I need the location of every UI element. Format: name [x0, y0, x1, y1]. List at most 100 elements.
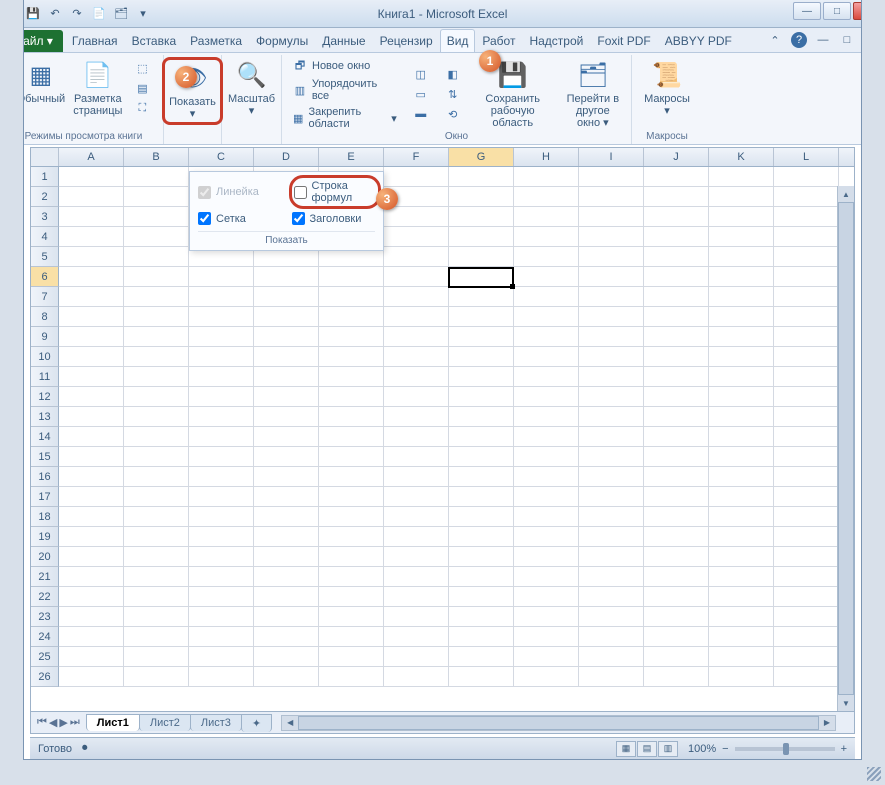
horizontal-scrollbar[interactable]: ◀ ▶	[281, 715, 836, 731]
normal-view-button[interactable]: ▦ Обычный	[13, 57, 70, 119]
cell[interactable]	[384, 567, 449, 587]
cell[interactable]	[59, 547, 124, 567]
cell[interactable]	[189, 527, 254, 547]
cell[interactable]	[709, 647, 774, 667]
fullscreen-button[interactable]: ⛶	[130, 99, 154, 117]
cell[interactable]	[774, 327, 839, 347]
cell[interactable]	[644, 587, 709, 607]
cell[interactable]	[774, 387, 839, 407]
cell[interactable]	[644, 387, 709, 407]
page-layout-button[interactable]: 📄 Разметка страницы	[69, 57, 126, 119]
cell[interactable]	[319, 367, 384, 387]
cell[interactable]	[319, 307, 384, 327]
cell[interactable]	[254, 387, 319, 407]
cell[interactable]	[709, 267, 774, 287]
cell[interactable]	[384, 307, 449, 327]
cell[interactable]	[709, 207, 774, 227]
cell[interactable]	[644, 667, 709, 687]
cell[interactable]	[449, 267, 514, 287]
cell[interactable]	[709, 187, 774, 207]
cell[interactable]	[579, 307, 644, 327]
cell[interactable]	[644, 507, 709, 527]
close-button[interactable]: ✕	[853, 2, 881, 20]
cell[interactable]	[514, 647, 579, 667]
cell[interactable]	[774, 667, 839, 687]
cell[interactable]	[774, 647, 839, 667]
qat-dropdown-icon[interactable]: ▾	[134, 5, 152, 23]
qat-save-icon[interactable]: 💾	[24, 5, 42, 23]
cell[interactable]	[384, 287, 449, 307]
cell[interactable]	[514, 367, 579, 387]
tab-work[interactable]: Работ	[475, 29, 522, 52]
cell[interactable]	[644, 487, 709, 507]
tab-home[interactable]: Главная	[65, 29, 125, 52]
cell[interactable]	[514, 247, 579, 267]
gridlines-checkbox[interactable]: Сетка	[198, 212, 282, 225]
cell[interactable]	[254, 487, 319, 507]
cell[interactable]	[709, 627, 774, 647]
cell[interactable]	[514, 447, 579, 467]
cell[interactable]	[384, 467, 449, 487]
doc-close-icon[interactable]: ✕	[863, 32, 879, 48]
cell[interactable]	[319, 387, 384, 407]
cell[interactable]	[254, 527, 319, 547]
cell[interactable]	[254, 607, 319, 627]
cell[interactable]	[189, 447, 254, 467]
sync-scroll-button[interactable]: ⇅	[441, 85, 465, 103]
switch-windows-button[interactable]: 🗂 Перейти в другое окно ▾	[561, 57, 625, 131]
cell[interactable]	[254, 567, 319, 587]
sheet-tab[interactable]: Лист1	[86, 714, 140, 731]
sheet-tab[interactable]: Лист2	[139, 714, 191, 731]
cell[interactable]	[709, 367, 774, 387]
row-header[interactable]: 24	[31, 627, 59, 647]
cell[interactable]	[449, 167, 514, 187]
cell[interactable]	[319, 327, 384, 347]
cell[interactable]	[189, 467, 254, 487]
cell[interactable]	[124, 227, 189, 247]
cell[interactable]	[774, 567, 839, 587]
cell[interactable]	[579, 247, 644, 267]
file-tab[interactable]: Файл ▾	[4, 30, 63, 52]
zoom-slider-knob[interactable]	[783, 743, 789, 755]
cell[interactable]	[644, 307, 709, 327]
cell[interactable]	[449, 347, 514, 367]
cell[interactable]	[514, 227, 579, 247]
scroll-down-icon[interactable]: ▼	[838, 695, 854, 711]
sheet-nav-first-icon[interactable]: ⏮	[37, 716, 47, 729]
col-header[interactable]: J	[644, 148, 709, 166]
cell[interactable]	[319, 607, 384, 627]
cell[interactable]	[384, 427, 449, 447]
row-header[interactable]: 21	[31, 567, 59, 587]
cell[interactable]	[514, 467, 579, 487]
cell[interactable]	[254, 427, 319, 447]
row-header[interactable]: 17	[31, 487, 59, 507]
cell[interactable]	[124, 507, 189, 527]
vertical-scrollbar[interactable]: ▲ ▼	[837, 186, 854, 711]
zoom-level-label[interactable]: 100%	[688, 743, 716, 755]
cell[interactable]	[124, 527, 189, 547]
maximize-button[interactable]: □	[823, 2, 851, 20]
cell[interactable]	[774, 267, 839, 287]
freeze-panes-button[interactable]: ▦Закрепить области ▾	[288, 105, 401, 131]
cell[interactable]	[709, 427, 774, 447]
cell[interactable]	[449, 567, 514, 587]
cell[interactable]	[514, 507, 579, 527]
cell[interactable]	[449, 467, 514, 487]
cell[interactable]	[514, 287, 579, 307]
cell[interactable]	[189, 627, 254, 647]
cell[interactable]	[449, 207, 514, 227]
reset-position-button[interactable]: ⟲	[441, 105, 465, 123]
cell[interactable]	[254, 447, 319, 467]
sheet-nav-last-icon[interactable]: ⏭	[70, 716, 80, 729]
cell[interactable]	[254, 627, 319, 647]
row-header[interactable]: 8	[31, 307, 59, 327]
tab-data[interactable]: Данные	[315, 29, 372, 52]
tab-formulas[interactable]: Формулы	[249, 29, 315, 52]
cell[interactable]	[514, 427, 579, 447]
new-window-button[interactable]: 🗗Новое окно	[288, 57, 401, 75]
cell[interactable]	[709, 387, 774, 407]
cell[interactable]	[449, 187, 514, 207]
cell[interactable]	[384, 447, 449, 467]
row-header[interactable]: 7	[31, 287, 59, 307]
cell[interactable]	[319, 667, 384, 687]
